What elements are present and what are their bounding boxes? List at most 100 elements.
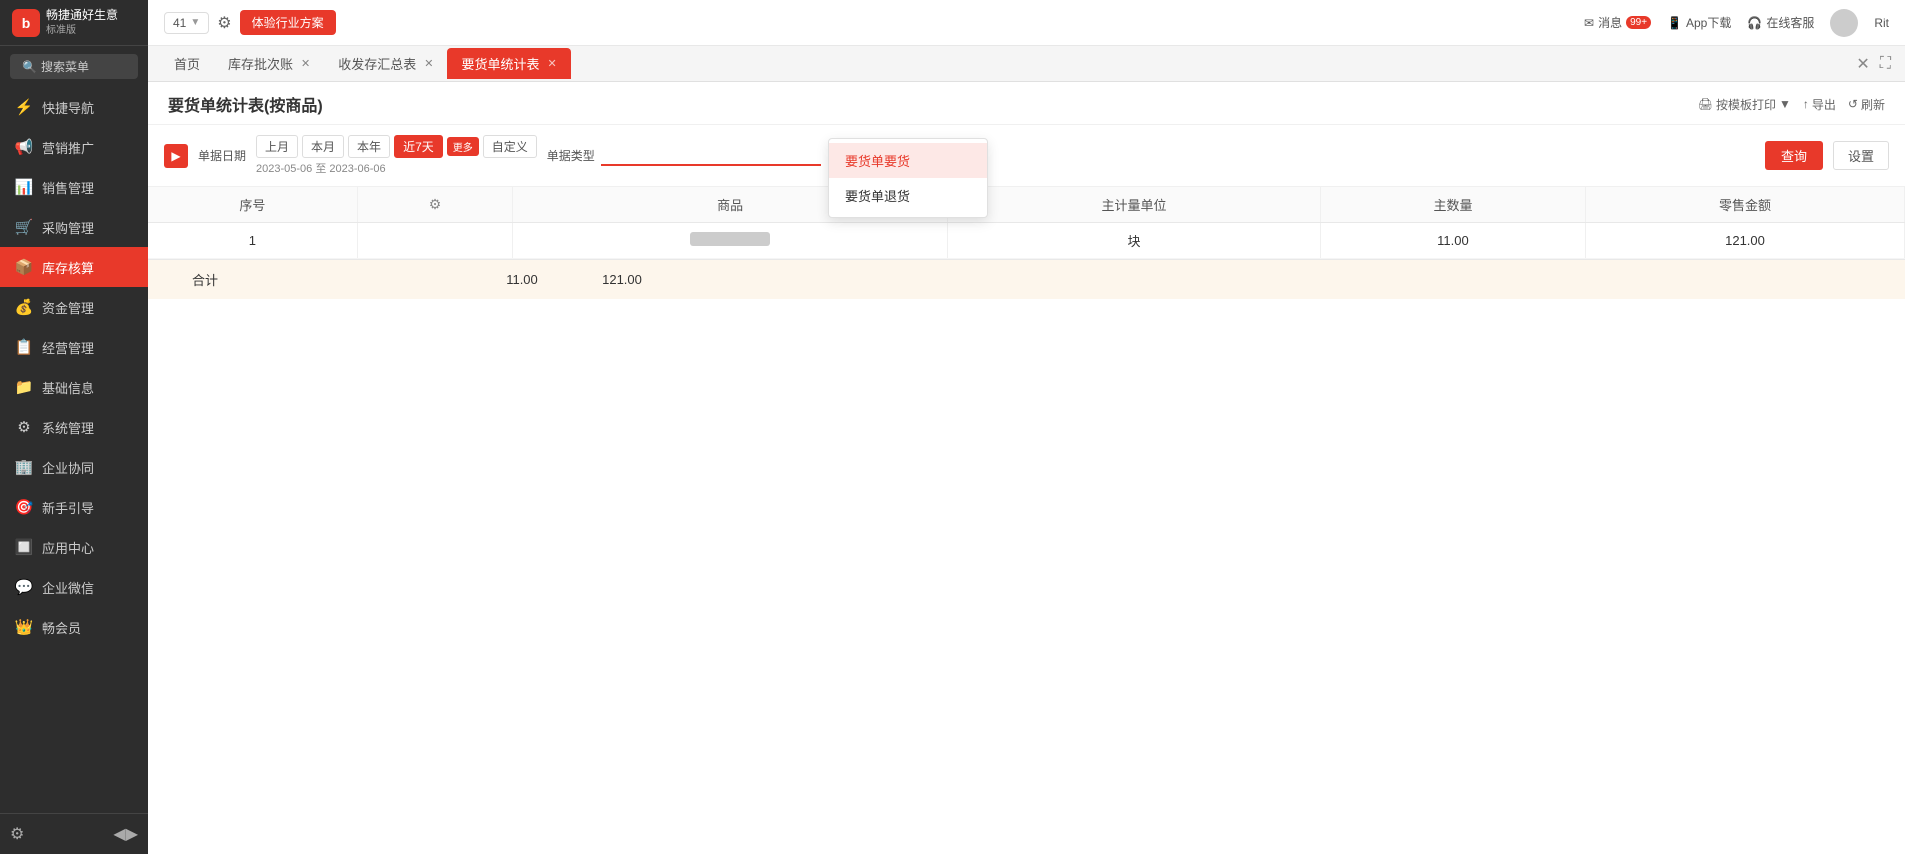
page-content: 要货单统计表(按商品) 🖨 按模板打印 ▼ ↑ 导出 ↺ 刷新 ▶ <box>148 82 1905 854</box>
date-btn-last-month[interactable]: 上月 <box>256 135 298 158</box>
sidebar-item-sales[interactable]: 📊销售管理 <box>0 167 148 207</box>
corp-icon: 🏢 <box>14 457 34 477</box>
sidebar-item-member[interactable]: 👑畅会员 <box>0 607 148 647</box>
collapse-toggle-icon[interactable]: ◀▶ <box>113 824 138 844</box>
sidebar-search[interactable]: 🔍 搜索菜单 <box>10 54 138 79</box>
refresh-icon: ↺ <box>1848 97 1858 111</box>
sidebar-item-label: 采购管理 <box>42 218 94 237</box>
sidebar-item-wechat[interactable]: 💬 企业微信 <box>0 567 148 607</box>
user-avatar[interactable] <box>1830 9 1858 37</box>
tabbar: 首页库存批次账✕收发存汇总表✕要货单统计表✕✕⛶ <box>148 46 1905 82</box>
operations-icon: 📋 <box>14 337 34 357</box>
sidebar-item-marketing[interactable]: 📢 营销推广 <box>0 127 148 167</box>
date-btn-this-month[interactable]: 本月 <box>302 135 344 158</box>
company-selector[interactable]: 41 ▼ <box>164 12 209 34</box>
cell-unit-0: 块 <box>948 223 1321 259</box>
tabbar-right: ✕⛶ <box>1854 52 1893 76</box>
table-container: 序号⚙商品主计量单位主数量零售金额 1块11.00121.00 <box>148 187 1905 259</box>
sidebar-item-label: 应用中心 <box>42 538 94 557</box>
date-filter-group: 上月本月本年近7天更多自定义 2023-05-06 至 2023-06-06 <box>256 135 537 176</box>
dropdown-option-order-return[interactable]: 要货单退货 <box>829 178 987 213</box>
sidebar-item-label: 快捷导航 <box>42 98 94 117</box>
settings-bottom-icon[interactable]: ⚙ <box>10 824 24 844</box>
sidebar-item-guide[interactable]: 🎯新手引导 <box>0 487 148 527</box>
sidebar-item-quick-nav[interactable]: ⚡快捷导航 <box>0 87 148 127</box>
tab-order-stats[interactable]: 要货单统计表 ✕ <box>447 48 570 79</box>
message-icon: ✉ <box>1584 16 1594 30</box>
tab-expand-icon[interactable]: ⛶ <box>1878 53 1893 75</box>
cell-settings-0 <box>357 223 513 259</box>
selector-arrow-icon: ▼ <box>190 17 200 28</box>
sidebar-item-inventory[interactable]: 📦 库存核算 <box>0 247 148 287</box>
sidebar-item-label: 营销推广 <box>42 138 94 157</box>
marketing-icon: 📢 <box>14 137 34 157</box>
sidebar-item-system[interactable]: ⚙系统管理 <box>0 407 148 447</box>
sidebar-item-label: 企业协同 <box>42 458 94 477</box>
wechat-icon: 💬 <box>14 577 34 597</box>
inventory-icon: 📦 <box>14 257 34 277</box>
tab-close-icon[interactable]: ✕ <box>301 57 310 70</box>
topbar-left: 41 ▼ ⚙ 体验行业方案 <box>164 10 336 35</box>
table-settings-icon[interactable]: ⚙ <box>429 196 442 212</box>
type-filter-input[interactable] <box>601 146 821 166</box>
sidebar: b 畅捷通好生意 标准版 🔍 搜索菜单 ⚡快捷导航📢营销推广📊销售管理🛒采购管理… <box>0 0 148 854</box>
purchase-icon: 🛒 <box>14 217 34 237</box>
col-header-settings[interactable]: ⚙ <box>357 187 513 223</box>
system-icon: ⚙ <box>14 417 34 437</box>
date-more-badge[interactable]: 更多 <box>447 137 479 156</box>
apps-icon: 🔲 <box>14 537 34 557</box>
app-download-item[interactable]: 📱 App下载 <box>1667 14 1731 31</box>
tab-receipt-summary[interactable]: 收发存汇总表✕ <box>324 48 447 79</box>
messages-item[interactable]: ✉ 消息 99+ <box>1584 14 1651 31</box>
type-filter-label: 单据类型 <box>547 147 595 164</box>
sidebar-item-label: 库存核算 <box>42 258 94 277</box>
sales-icon: 📊 <box>14 177 34 197</box>
page-title: 要货单统计表(按商品) <box>168 92 323 116</box>
tab-label: 要货单统计表 <box>461 54 539 73</box>
col-header-amount: 零售金额 <box>1586 187 1905 223</box>
tab-close-icon[interactable]: ✕ <box>424 57 433 70</box>
sidebar-bottom: ⚙ ◀▶ <box>0 813 148 854</box>
export-icon: ↑ <box>1803 97 1809 111</box>
headset-icon: 🎧 <box>1747 16 1762 30</box>
print-action[interactable]: 🖨 按模板打印 ▼ <box>1698 96 1791 113</box>
date-buttons: 上月本月本年近7天更多自定义 <box>256 135 537 158</box>
tab-home[interactable]: 首页 <box>160 48 214 79</box>
sidebar-item-basic[interactable]: 📁基础信息 <box>0 367 148 407</box>
user-name: Rit <box>1874 16 1889 30</box>
online-service-item[interactable]: 🎧 在线客服 <box>1747 14 1814 31</box>
sidebar-item-corp[interactable]: 🏢 企业协同 <box>0 447 148 487</box>
footer-total-label: 合计 <box>192 270 272 289</box>
date-filter-label: 单据日期 <box>198 147 246 164</box>
refresh-action[interactable]: ↺ 刷新 <box>1848 96 1885 113</box>
tab-close-all-icon[interactable]: ✕ <box>1854 52 1871 76</box>
filter-settings-button[interactable]: 设置 <box>1833 141 1889 170</box>
date-btn-this-year[interactable]: 本年 <box>348 135 390 158</box>
dropdown-option-order-purchase[interactable]: 要货单要货 <box>829 143 987 178</box>
topbar-gear-icon[interactable]: ⚙ <box>217 13 231 33</box>
sidebar-item-finance[interactable]: 💰资金管理 <box>0 287 148 327</box>
filter-expand-button[interactable]: ▶ <box>164 144 188 168</box>
tab-close-icon[interactable]: ✕ <box>548 57 557 70</box>
tab-batch-account[interactable]: 库存批次账✕ <box>214 48 324 79</box>
phone-icon: 📱 <box>1667 16 1682 30</box>
basic-icon: 📁 <box>14 377 34 397</box>
table-header-row: 序号⚙商品主计量单位主数量零售金额 <box>148 187 1905 223</box>
sidebar-item-label: 企业微信 <box>42 578 94 597</box>
sidebar-nav: ⚡快捷导航 📢 营销推广 📊销售管理 🛒 采购管理 📦 库存核算 💰资金管理📋经营管理📁基础信息… <box>0 87 148 813</box>
date-custom-btn[interactable]: 自定义 <box>483 135 537 158</box>
cell-qty-0: 11.00 <box>1320 223 1585 259</box>
page-header: 要货单统计表(按商品) 🖨 按模板打印 ▼ ↑ 导出 ↺ 刷新 <box>148 82 1905 125</box>
promo-button[interactable]: 体验行业方案 <box>240 10 336 35</box>
sidebar-item-purchase[interactable]: 🛒 采购管理 <box>0 207 148 247</box>
filter-bar: ▶ 单据日期 上月本月本年近7天更多自定义 2023-05-06 至 2023-… <box>148 125 1905 187</box>
date-btn-last-7[interactable]: 近7天 <box>394 135 443 158</box>
sidebar-item-apps[interactable]: 🔲 应用中心 <box>0 527 148 567</box>
export-action[interactable]: ↑ 导出 <box>1803 96 1836 113</box>
query-button[interactable]: 查询 <box>1765 141 1823 170</box>
main-content: 41 ▼ ⚙ 体验行业方案 ✉ 消息 99+ 📱 App下载 🎧 在线客服 Ri… <box>148 0 1905 854</box>
col-header-seq: 序号 <box>148 187 357 223</box>
sidebar-item-operations[interactable]: 📋经营管理 <box>0 327 148 367</box>
print-icon: 🖨 <box>1698 97 1713 111</box>
table-footer: 合计 11.00 121.00 <box>148 259 1905 299</box>
